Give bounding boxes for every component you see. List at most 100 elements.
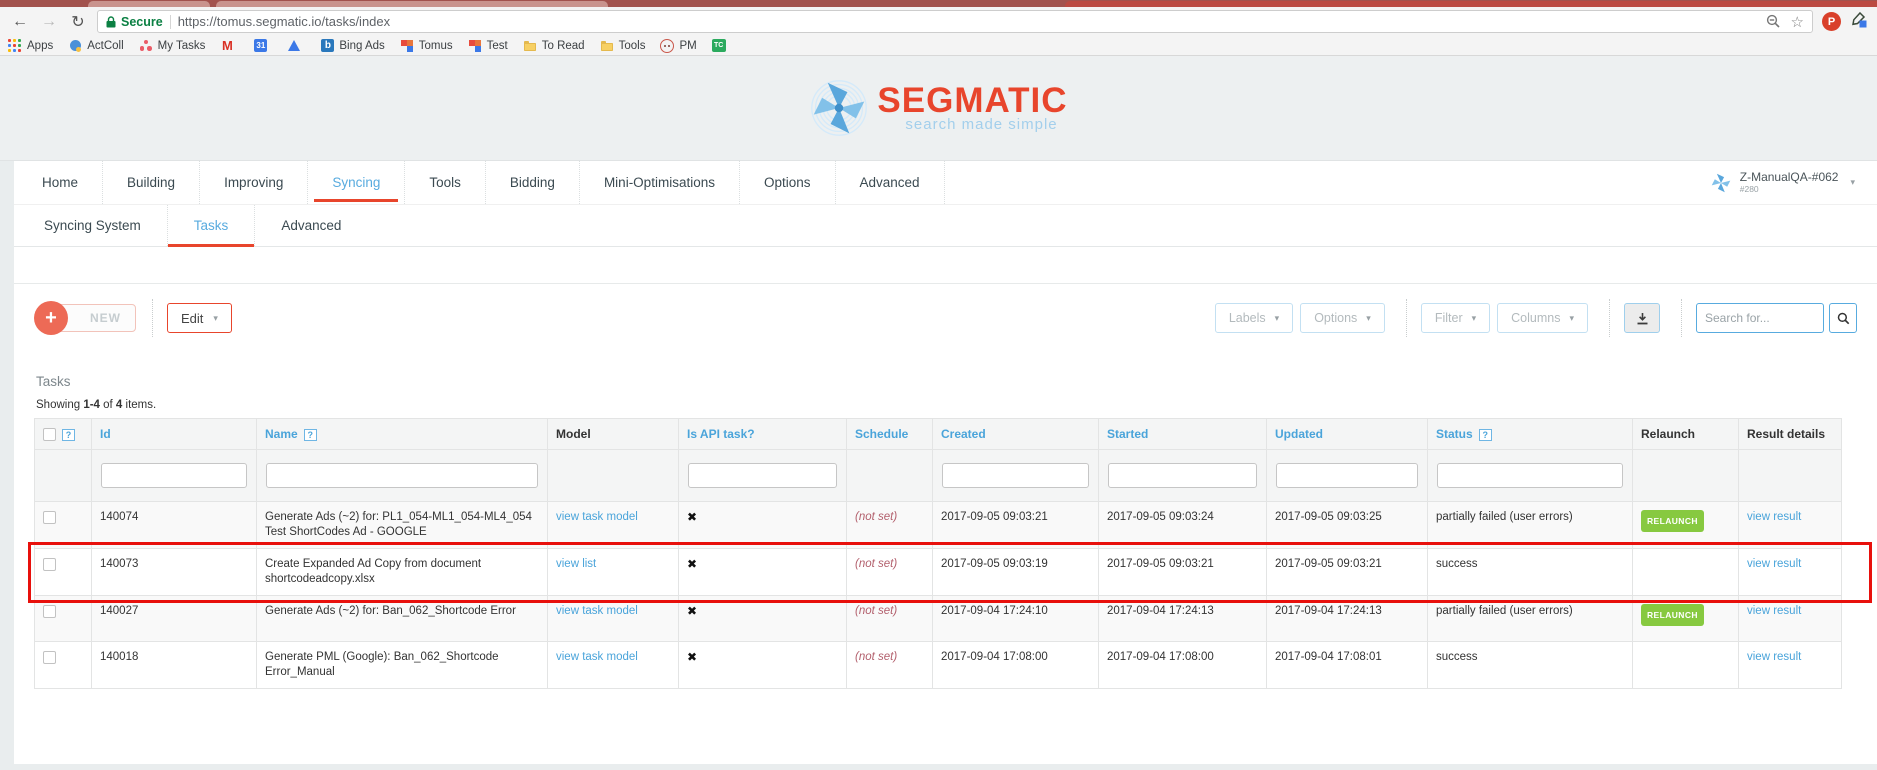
row-checkbox[interactable] <box>43 604 56 618</box>
filter-input-id[interactable] <box>101 463 247 489</box>
view-model-link[interactable]: view list <box>556 558 596 570</box>
bookmark-to-read[interactable]: To Read <box>523 39 585 53</box>
relaunch-button[interactable]: RELAUNCH <box>1641 510 1704 533</box>
col-header-is_api[interactable]: Is API task? <box>678 417 847 451</box>
filter-input-name[interactable] <box>266 463 538 489</box>
bookmark-analytics[interactable] <box>287 39 306 53</box>
filter-input-created[interactable] <box>942 463 1089 489</box>
tab-syncing[interactable]: Syncing <box>308 161 406 204</box>
subtab-tasks[interactable]: Tasks <box>167 205 256 247</box>
grid2-icon <box>468 39 482 53</box>
items-summary: Showing 1-4 of 4 items. <box>36 399 1857 411</box>
edit-button[interactable]: Edit ▾ <box>167 303 232 333</box>
eyedropper-icon[interactable] <box>1850 11 1867 33</box>
browser-tab-active[interactable] <box>1065 1 1877 7</box>
filter-cell-name <box>256 449 548 503</box>
url-text[interactable]: https://tomus.segmatic.io/tasks/index <box>178 14 1759 29</box>
brand-tagline: search made simple <box>905 115 1058 133</box>
subtab-syncing-system[interactable]: Syncing System <box>18 205 168 246</box>
search-button[interactable] <box>1829 303 1857 333</box>
bookmark-test[interactable]: Test <box>468 39 508 53</box>
back-icon[interactable]: ← <box>10 13 30 31</box>
bookmark-star-icon[interactable]: ☆ <box>1791 13 1804 31</box>
tab-improving[interactable]: Improving <box>200 161 309 204</box>
browser-tab[interactable] <box>216 1 608 7</box>
table-tools: Labels ▾ Options ▾ Filter ▾ Columns ▾ <box>1214 299 1857 337</box>
help-icon[interactable]: ? <box>303 428 317 441</box>
tab-building[interactable]: Building <box>103 161 201 204</box>
filter-cell-started <box>1098 449 1267 503</box>
view-model-link[interactable]: view task model <box>556 511 638 523</box>
export-download-button[interactable] <box>1624 303 1660 333</box>
filter-input-is_api[interactable] <box>688 463 837 489</box>
col-label-is_api: Is API task? <box>687 427 755 442</box>
tab-mini-optimisations[interactable]: Mini-Optimisations <box>580 161 740 204</box>
extension-p-icon[interactable]: P <box>1822 12 1841 31</box>
address-bar[interactable]: Secure https://tomus.segmatic.io/tasks/i… <box>97 10 1813 33</box>
search-input[interactable] <box>1696 303 1824 333</box>
reload-icon[interactable]: ↻ <box>68 12 88 32</box>
cell-updated: 2017-09-04 17:24:13 <box>1266 595 1428 643</box>
sub-nav: Syncing System Tasks Advanced <box>14 205 1877 247</box>
help-icon[interactable]: ? <box>1478 428 1492 441</box>
tab-tools[interactable]: Tools <box>405 161 486 204</box>
relaunch-button[interactable]: RELAUNCH <box>1641 604 1704 627</box>
select-all-checkbox[interactable] <box>43 428 56 442</box>
bookmark-tomus[interactable]: Tomus <box>400 39 453 53</box>
columns-button[interactable]: Columns ▾ <box>1497 303 1588 333</box>
view-model-link[interactable]: view task model <box>556 651 638 663</box>
cell-id: 140027 <box>91 595 257 643</box>
row-checkbox[interactable] <box>43 557 56 571</box>
user-name: Z-ManualQA-#062 <box>1739 169 1839 184</box>
tab-options[interactable]: Options <box>740 161 836 204</box>
filter-input-updated[interactable] <box>1276 463 1418 489</box>
filter-button[interactable]: Filter ▾ <box>1420 303 1491 333</box>
segmatic-logo[interactable]: SEGMATIC search made simple <box>809 78 1067 138</box>
browser-tab[interactable] <box>88 1 210 7</box>
col-header-started[interactable]: Started <box>1098 417 1267 451</box>
bookmark-apps[interactable]: Apps <box>8 39 53 53</box>
summary-range: 1-4 <box>83 399 100 411</box>
options-button[interactable]: Options ▾ <box>1300 303 1385 333</box>
col-header-id[interactable]: Id <box>91 417 257 451</box>
help-icon[interactable]: ? <box>62 428 75 441</box>
filter-cell-result <box>1738 449 1842 503</box>
labels-button[interactable]: Labels ▾ <box>1214 303 1294 333</box>
bookmark-pm[interactable]: PM <box>660 39 697 53</box>
dot <box>8 44 11 47</box>
view-result-link[interactable]: view result <box>1747 558 1801 570</box>
tab-home[interactable]: Home <box>18 161 104 204</box>
row-checkbox[interactable] <box>43 650 56 664</box>
filter-input-started[interactable] <box>1108 463 1257 489</box>
col-header-created[interactable]: Created <box>932 417 1099 451</box>
bookmark-tools[interactable]: Tools <box>600 39 645 53</box>
col-header-updated[interactable]: Updated <box>1266 417 1428 451</box>
subtab-advanced[interactable]: Advanced <box>255 205 367 246</box>
bookmark-label: Tomus <box>418 39 453 52</box>
bookmark-bing-ads[interactable]: b Bing Ads <box>321 39 385 52</box>
tab-bidding[interactable]: Bidding <box>486 161 580 204</box>
bookmark-gmail[interactable]: M <box>220 38 239 53</box>
zoom-out-icon[interactable] <box>1766 14 1781 29</box>
filter-input-status[interactable] <box>1437 463 1623 489</box>
row-checkbox[interactable] <box>43 510 56 524</box>
pinwheel-logo-icon <box>811 80 868 136</box>
bookmark-tc[interactable]: TC <box>711 39 731 52</box>
tab-advanced[interactable]: Advanced <box>836 161 945 204</box>
new-button[interactable]: NEW + <box>34 301 138 335</box>
cell-relaunch <box>1632 548 1739 597</box>
secure-badge[interactable]: Secure <box>106 15 163 29</box>
view-model-link[interactable]: view task model <box>556 605 638 617</box>
view-result-link[interactable]: view result <box>1747 651 1801 663</box>
bookmark-actcoll[interactable]: ActColl <box>68 39 124 53</box>
col-header-status[interactable]: Status? <box>1427 417 1633 451</box>
col-header-name[interactable]: Name? <box>256 417 548 451</box>
view-result-link[interactable]: view result <box>1747 605 1801 617</box>
user-menu[interactable]: Z-ManualQA-#062 #280 ▾ <box>1710 161 1855 204</box>
bookmark-my-tasks[interactable]: My Tasks <box>139 39 205 53</box>
view-result-link[interactable]: view result <box>1747 511 1801 523</box>
bookmark-calendar[interactable]: 31 <box>254 39 272 52</box>
col-header-schedule[interactable]: Schedule <box>846 417 933 451</box>
schedule-value: (not set) <box>855 558 898 571</box>
cell-is-api: ✖ <box>678 641 847 690</box>
